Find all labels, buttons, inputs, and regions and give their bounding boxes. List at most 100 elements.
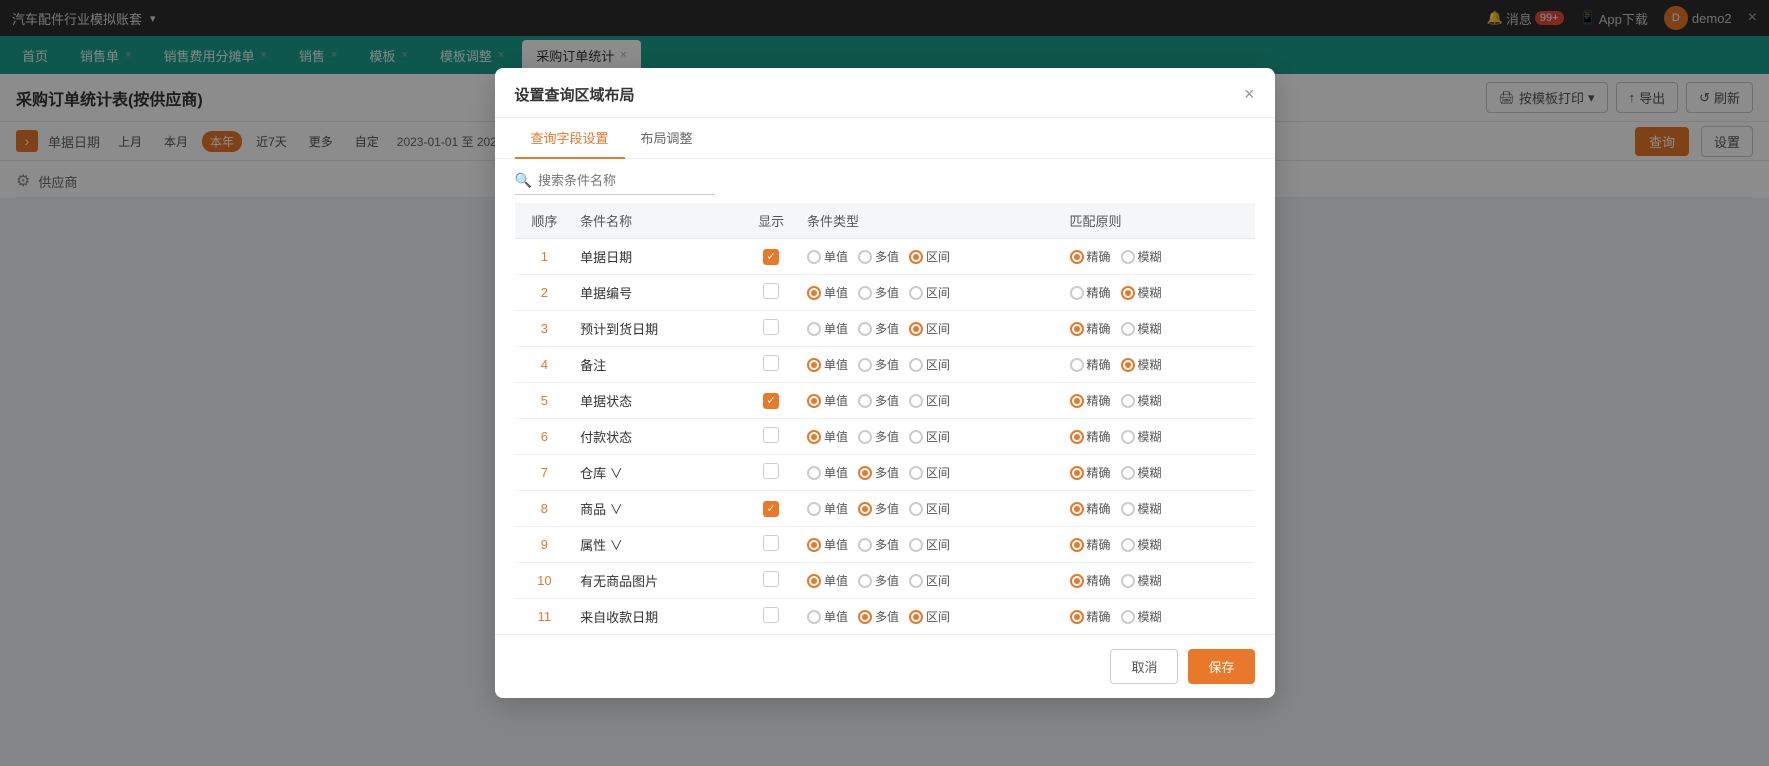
radio-label: 精确 — [1087, 428, 1111, 445]
radio-label: 模糊 — [1138, 608, 1162, 625]
type-radio-item[interactable]: 区间 — [909, 356, 950, 373]
display-checkbox[interactable]: ✓ — [763, 393, 779, 409]
radio-circle — [807, 358, 821, 372]
match-radio-item[interactable]: 模糊 — [1121, 536, 1162, 553]
row-name: 单据编号 — [580, 286, 632, 301]
row-name: 属性 ∨ — [580, 538, 623, 553]
type-radio-item[interactable]: 多值 — [858, 320, 899, 337]
type-radio-item[interactable]: 多值 — [858, 392, 899, 409]
match-radio-item[interactable]: 模糊 — [1121, 392, 1162, 409]
match-radio-item[interactable]: 精确 — [1070, 428, 1111, 445]
type-radio-item[interactable]: 单值 — [807, 428, 848, 445]
display-checkbox[interactable] — [763, 355, 779, 371]
type-radio-item[interactable]: 单值 — [807, 284, 848, 301]
match-radio-item[interactable]: 精确 — [1070, 572, 1111, 589]
radio-circle — [807, 538, 821, 552]
match-radio-item[interactable]: 模糊 — [1121, 284, 1162, 301]
display-checkbox[interactable]: ✓ — [763, 249, 779, 265]
radio-label: 区间 — [926, 320, 950, 337]
match-radio-item[interactable]: 精确 — [1070, 500, 1111, 517]
type-radio-item[interactable]: 多值 — [858, 572, 899, 589]
radio-circle — [909, 358, 923, 372]
display-checkbox[interactable] — [763, 319, 779, 335]
type-radio-item[interactable]: 多值 — [858, 284, 899, 301]
radio-label: 单值 — [824, 572, 848, 589]
match-radio-item[interactable]: 模糊 — [1121, 248, 1162, 265]
match-radio-item[interactable]: 模糊 — [1121, 320, 1162, 337]
match-radio-item[interactable]: 精确 — [1070, 536, 1111, 553]
type-radio-item[interactable]: 多值 — [858, 536, 899, 553]
radio-circle — [1121, 250, 1135, 264]
type-radio-item[interactable]: 区间 — [909, 392, 950, 409]
tab-layout[interactable]: 布局调整 — [625, 118, 709, 159]
match-radio-item[interactable]: 精确 — [1070, 608, 1111, 625]
type-radio-item[interactable]: 单值 — [807, 536, 848, 553]
display-checkbox[interactable] — [763, 571, 779, 587]
type-radio-item[interactable]: 区间 — [909, 284, 950, 301]
row-order: 7 — [541, 465, 548, 480]
radio-label: 区间 — [926, 500, 950, 517]
radio-label: 单值 — [824, 320, 848, 337]
search-input[interactable] — [532, 171, 715, 190]
type-radio-item[interactable]: 单值 — [807, 464, 848, 481]
type-radio-item[interactable]: 单值 — [807, 572, 848, 589]
row-name: 有无商品图片 — [580, 574, 658, 589]
match-radio-item[interactable]: 模糊 — [1121, 500, 1162, 517]
type-radio-item[interactable]: 单值 — [807, 320, 848, 337]
type-radio-item[interactable]: 多值 — [858, 500, 899, 517]
type-radio-group: 单值多值 区间 — [807, 500, 1058, 517]
display-checkbox[interactable]: ✓ — [763, 501, 779, 517]
type-radio-item[interactable]: 单值 — [807, 500, 848, 517]
type-radio-item[interactable]: 区间 — [909, 500, 950, 517]
type-radio-item[interactable]: 单值 — [807, 608, 848, 625]
radio-label: 区间 — [926, 428, 950, 445]
match-radio-item[interactable]: 精确 — [1070, 392, 1111, 409]
radio-circle — [807, 430, 821, 444]
match-radio-item[interactable]: 模糊 — [1121, 608, 1162, 625]
radio-circle — [1070, 322, 1084, 336]
match-radio-item[interactable]: 精确 — [1070, 284, 1111, 301]
radio-circle — [1121, 466, 1135, 480]
type-radio-group: 单值多值区间 — [807, 608, 1058, 625]
display-checkbox[interactable] — [763, 535, 779, 551]
type-radio-item[interactable]: 多值 — [858, 248, 899, 265]
match-radio-item[interactable]: 精确 — [1070, 464, 1111, 481]
match-radio-item[interactable]: 精确 — [1070, 320, 1111, 337]
modal-close-button[interactable]: × — [1244, 84, 1255, 105]
type-radio-item[interactable]: 区间 — [909, 248, 950, 265]
radio-label: 单值 — [824, 536, 848, 553]
cancel-button[interactable]: 取消 — [1110, 649, 1178, 684]
radio-circle — [858, 322, 872, 336]
col-order: 顺序 — [515, 203, 575, 239]
match-radio-item[interactable]: 模糊 — [1121, 572, 1162, 589]
display-checkbox[interactable] — [763, 607, 779, 623]
display-checkbox[interactable] — [763, 283, 779, 299]
type-radio-item[interactable]: 多值 — [858, 608, 899, 625]
match-radio-item[interactable]: 模糊 — [1121, 428, 1162, 445]
type-radio-item[interactable]: 多值 — [858, 428, 899, 445]
type-radio-item[interactable]: 区间 — [909, 464, 950, 481]
tab-query-fields[interactable]: 查询字段设置 — [515, 118, 625, 159]
match-radio-item[interactable]: 模糊 — [1121, 356, 1162, 373]
match-radio-item[interactable]: 精确 — [1070, 248, 1111, 265]
row-name: 备注 — [580, 358, 606, 373]
display-checkbox[interactable] — [763, 427, 779, 443]
type-radio-item[interactable]: 区间 — [909, 536, 950, 553]
type-radio-item[interactable]: 区间 — [909, 572, 950, 589]
type-radio-item[interactable]: 区间 — [909, 428, 950, 445]
type-radio-item[interactable]: 多值 — [858, 356, 899, 373]
match-radio-item[interactable]: 精确 — [1070, 356, 1111, 373]
match-radio-item[interactable]: 模糊 — [1121, 464, 1162, 481]
type-radio-item[interactable]: 单值 — [807, 392, 848, 409]
type-radio-item[interactable]: 单值 — [807, 248, 848, 265]
row-order: 3 — [541, 321, 548, 336]
radio-circle — [858, 538, 872, 552]
type-radio-item[interactable]: 多值 — [858, 464, 899, 481]
row-name: 单据日期 — [580, 250, 632, 265]
display-checkbox[interactable] — [763, 463, 779, 479]
type-radio-item[interactable]: 区间 — [909, 608, 950, 625]
row-name: 预计到货日期 — [580, 322, 658, 337]
type-radio-item[interactable]: 单值 — [807, 356, 848, 373]
type-radio-item[interactable]: 区间 — [909, 320, 950, 337]
save-button[interactable]: 保存 — [1188, 649, 1254, 684]
